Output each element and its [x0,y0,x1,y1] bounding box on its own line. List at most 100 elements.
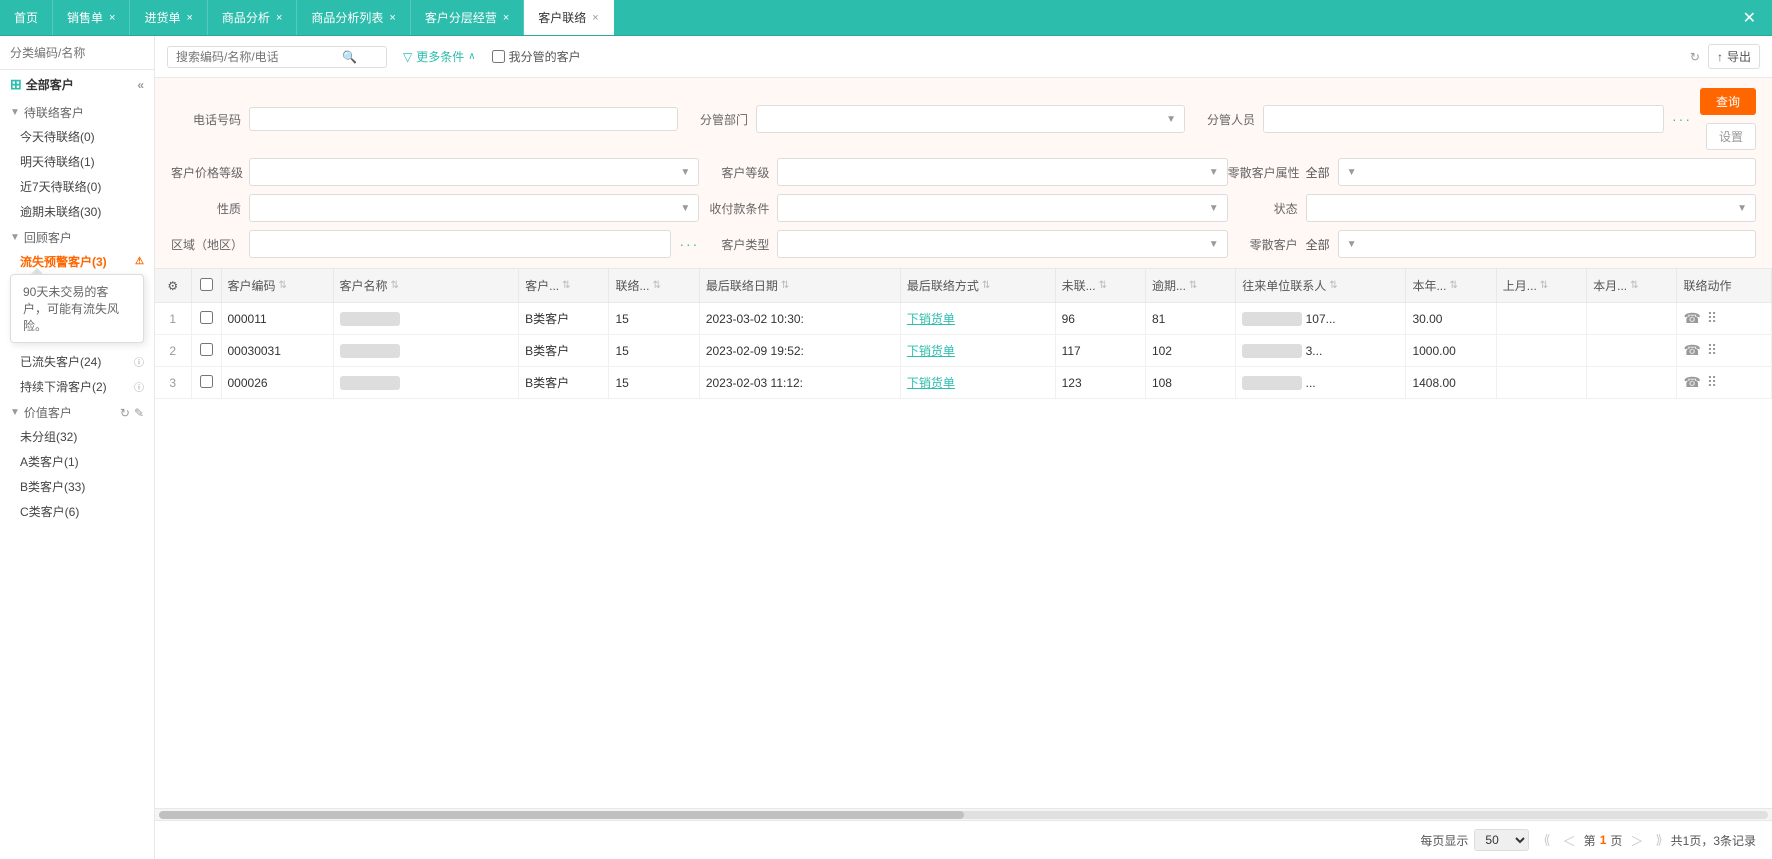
dept-select[interactable]: ▼ [756,105,1185,133]
row-checkbox[interactable] [200,375,213,388]
person-select[interactable] [1263,105,1664,133]
sidebar-item-today[interactable]: 今天待联络(0) [0,124,154,149]
search-input[interactable] [176,50,336,64]
col-overdue-sort[interactable]: ⇅ [1189,280,1197,291]
sidebar-group-value[interactable]: ▼ 价值客户 ↻ ✎ [0,399,154,424]
my-customers-checkbox[interactable] [492,50,505,63]
col-last-method-sort[interactable]: ⇅ [982,280,990,291]
zero-attr-select[interactable]: ▼ [1338,158,1756,186]
scrollbar-track[interactable] [159,811,1768,819]
action-contact-icon[interactable]: ☎ [1683,310,1700,327]
col-not-contacted[interactable]: 未联... ⇅ [1055,269,1145,303]
query-button[interactable]: 查询 [1700,88,1756,115]
col-settings[interactable]: ⚙ [155,269,191,303]
person-dots[interactable]: ··· [1672,111,1692,127]
tab-analysis-close[interactable]: × [276,12,282,24]
tab-analysis-list-close[interactable]: × [389,12,395,24]
col-type[interactable]: 客户... ⇅ [519,269,609,303]
col-not-contacted-sort[interactable]: ⇅ [1099,280,1107,291]
payment-select[interactable]: ▼ [777,194,1227,222]
cell-checkbox[interactable] [191,303,221,335]
region-select[interactable] [249,230,671,258]
last-method-link[interactable]: 下销货单 [907,344,955,358]
tab-sales[interactable]: 销售单 × [53,0,130,35]
prev-page-button[interactable]: ＜ [1559,831,1580,850]
sidebar-item-week[interactable]: 近7天待联络(0) [0,174,154,199]
col-overdue[interactable]: 逾期... ⇅ [1145,269,1235,303]
col-code-sort[interactable]: ⇅ [279,280,287,291]
col-contact-count[interactable]: 联络... ⇅ [609,269,699,303]
customer-level-select[interactable]: ▼ [777,158,1227,186]
last-method-link[interactable]: 下销货单 [907,376,955,390]
last-page-button[interactable]: ⟫ [1651,832,1666,848]
col-unit-contact[interactable]: 往来单位联系人 ⇅ [1236,269,1406,303]
window-close-button[interactable]: ✕ [1727,0,1772,35]
sidebar-all-customers[interactable]: ⊞ 全部客户 « [0,70,154,99]
more-filter-button[interactable]: ▽ 更多条件 ∧ [397,45,482,68]
tab-customer-contact-close[interactable]: × [592,12,598,24]
col-this-year-sort[interactable]: ⇅ [1449,280,1457,291]
sidebar-group-lost[interactable]: ▼ 回顾客户 [0,224,154,249]
setting-button[interactable]: 设置 [1706,123,1756,150]
col-contact-count-sort[interactable]: ⇅ [652,280,660,291]
scrollbar-thumb[interactable] [159,811,964,819]
sidebar-item-tomorrow[interactable]: 明天待联络(1) [0,149,154,174]
sidebar-item-downtrend[interactable]: 持续下滑客户(2) ⓘ [0,374,154,399]
select-all-checkbox[interactable] [200,278,213,291]
my-customers-checkbox-label[interactable]: 我分管的客户 [492,48,581,65]
action-more-icon[interactable]: ⠿ [1707,374,1717,391]
action-contact-icon[interactable]: ☎ [1683,374,1700,391]
col-this-month-sort[interactable]: ⇅ [1630,280,1638,291]
tab-purchase[interactable]: 进货单 × [130,0,207,35]
col-unit-contact-sort[interactable]: ⇅ [1329,280,1337,291]
settings-icon[interactable]: ⚙ [167,279,178,293]
col-this-year[interactable]: 本年... ⇅ [1406,269,1496,303]
first-page-button[interactable]: ⟪ [1539,832,1554,848]
col-last-date[interactable]: 最后联络日期 ⇅ [699,269,900,303]
sidebar-item-overdue[interactable]: 逾期未联络(30) [0,199,154,224]
col-last-month[interactable]: 上月... ⇅ [1496,269,1586,303]
col-last-date-sort[interactable]: ⇅ [781,280,789,291]
tab-customer-contact[interactable]: 客户联络 × [524,0,613,35]
tab-analysis[interactable]: 商品分析 × [208,0,297,35]
tab-analysis-list[interactable]: 商品分析列表 × [297,0,410,35]
gender-select[interactable]: ▼ [249,194,699,222]
phone-input[interactable] [249,107,678,131]
action-contact-icon[interactable]: ☎ [1683,342,1700,359]
tab-home[interactable]: 首页 [0,0,53,35]
col-code[interactable]: 客户编码 ⇅ [221,269,333,303]
cell-checkbox[interactable] [191,367,221,399]
sidebar-item-already-lost[interactable]: 已流失客户(24) ⓘ [0,349,154,374]
row-checkbox[interactable] [200,343,213,356]
tab-purchase-close[interactable]: × [186,12,192,24]
cell-checkbox[interactable] [191,335,221,367]
sidebar-item-ungroup[interactable]: 未分组(32) [0,424,154,449]
col-name-sort[interactable]: ⇅ [391,280,399,291]
price-level-select[interactable]: ▼ [249,158,699,186]
col-this-month[interactable]: 本月... ⇅ [1587,269,1677,303]
col-name[interactable]: 客户名称 ⇅ [333,269,519,303]
region-dots[interactable]: ··· [679,236,699,252]
row-checkbox[interactable] [200,311,213,324]
next-page-button[interactable]: ＞ [1626,831,1647,850]
sidebar-item-b-class[interactable]: B类客户(33) [0,474,154,499]
sidebar-group-pending[interactable]: ▼ 待联络客户 [0,99,154,124]
status-select[interactable]: ▼ [1306,194,1756,222]
col-last-month-sort[interactable]: ⇅ [1540,280,1548,291]
sidebar-item-c-class[interactable]: C类客户(6) [0,499,154,524]
col-checkbox[interactable] [191,269,221,303]
sidebar-item-a-class[interactable]: A类客户(1) [0,449,154,474]
search-icon[interactable]: 🔍 [342,50,357,64]
export-button[interactable]: ↑ 导出 [1708,44,1760,69]
action-more-icon[interactable]: ⠿ [1707,342,1717,359]
tab-customer-segment-close[interactable]: × [503,12,509,24]
horizontal-scrollbar[interactable] [155,808,1772,820]
col-type-sort[interactable]: ⇅ [562,280,570,291]
action-more-icon[interactable]: ⠿ [1707,310,1717,327]
refresh-button[interactable]: ↻ [1690,50,1700,64]
page-size-select[interactable]: 50 100 [1474,829,1529,851]
edit-value-icon[interactable]: ✎ [134,406,144,420]
customer-type-select[interactable]: ▼ [777,230,1227,258]
col-last-method[interactable]: 最后联络方式 ⇅ [900,269,1055,303]
refresh-value-icon[interactable]: ↻ [120,406,130,420]
